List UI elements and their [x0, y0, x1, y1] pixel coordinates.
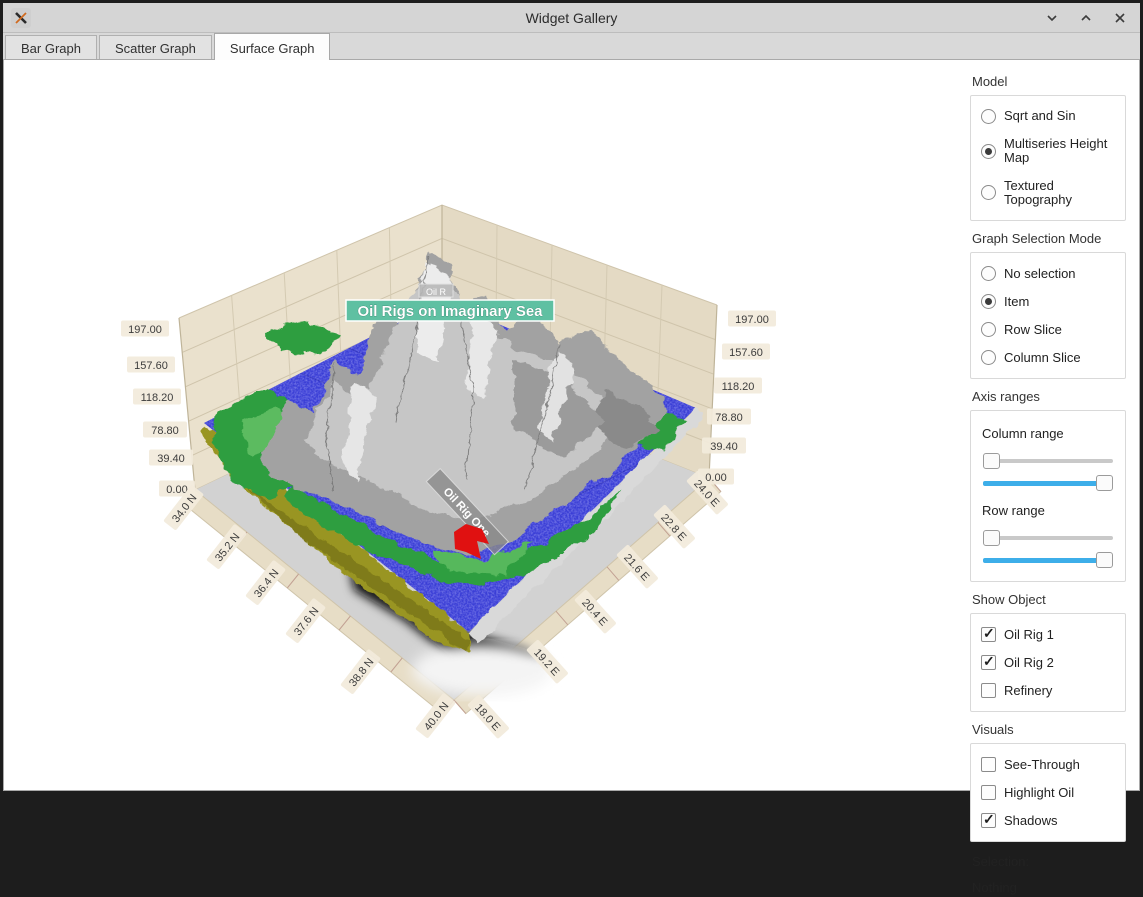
svg-text:39.40: 39.40 — [157, 453, 185, 465]
svg-text:197.00: 197.00 — [128, 324, 162, 336]
checkbox-see-through[interactable]: See-Through — [981, 757, 1115, 772]
control-panel: Model Sqrt and Sin Multiseries Height Ma… — [970, 70, 1126, 897]
checkbox-icon[interactable] — [981, 683, 996, 698]
svg-text:118.20: 118.20 — [722, 381, 755, 393]
checkbox-refinery[interactable]: Refinery — [981, 683, 1115, 698]
show-object-group: Oil Rig 1 Oil Rig 2 Refinery — [970, 613, 1126, 712]
slider-track[interactable] — [983, 459, 1113, 463]
visuals-group: See-Through Highlight Oil Shadows — [970, 743, 1126, 842]
axis-ranges-group: Column range Row range — [970, 410, 1126, 582]
column-range-max-slider[interactable] — [983, 475, 1113, 491]
slider-handle[interactable] — [983, 453, 1000, 469]
radio-icon[interactable] — [981, 294, 996, 309]
selection-mode-group: No selection Item Row Slice Column Slice — [970, 252, 1126, 379]
checkbox-icon[interactable] — [981, 757, 996, 772]
svg-text:Oil Rigs on Imaginary Sea: Oil Rigs on Imaginary Sea — [357, 303, 543, 320]
checkbox-oil-rig-1[interactable]: Oil Rig 1 — [981, 627, 1115, 642]
selection-label: Selection: — [972, 852, 1126, 872]
svg-text:118.20: 118.20 — [141, 392, 174, 404]
checkbox-shadows[interactable]: Shadows — [981, 813, 1115, 828]
selection-mode-group-label: Graph Selection Mode — [972, 231, 1126, 246]
tab-scatter-graph[interactable]: Scatter Graph — [99, 35, 212, 60]
visuals-group-label: Visuals — [972, 722, 1126, 737]
radio-textured-topography[interactable]: Textured Topography — [981, 179, 1115, 208]
slider-track[interactable] — [983, 558, 1113, 563]
svg-text:157.60: 157.60 — [729, 347, 763, 359]
radio-icon[interactable] — [981, 350, 996, 365]
model-group: Sqrt and Sin Multiseries Height Map Text… — [970, 95, 1126, 221]
radio-column-slice[interactable]: Column Slice — [981, 350, 1115, 365]
tab-surface-graph[interactable]: Surface Graph — [214, 33, 331, 60]
show-object-group-label: Show Object — [972, 592, 1126, 607]
radio-icon[interactable] — [981, 266, 996, 281]
surface-plot[interactable]: Oil R Oil Rigs on Imaginary Sea Oil Rig … — [4, 60, 962, 790]
row-range-min-slider[interactable] — [983, 530, 1113, 546]
slider-handle[interactable] — [1096, 475, 1113, 491]
axis-ranges-group-label: Axis ranges — [972, 389, 1126, 404]
svg-text:197.00: 197.00 — [735, 314, 769, 326]
checkbox-icon[interactable] — [981, 627, 996, 642]
tab-bar-graph[interactable]: Bar Graph — [5, 35, 97, 60]
svg-text:Oil R: Oil R — [426, 287, 447, 297]
column-range-label: Column range — [982, 426, 1115, 441]
selection-value: Nothing — [972, 878, 1126, 897]
window-title: Widget Gallery — [3, 10, 1140, 26]
svg-text:39.40: 39.40 — [710, 441, 738, 453]
checkbox-oil-rig-2[interactable]: Oil Rig 2 — [981, 655, 1115, 670]
app-window: Widget Gallery Bar Graph Scatter Graph S… — [0, 0, 1143, 806]
checkbox-icon[interactable] — [981, 813, 996, 828]
title-bar[interactable]: Widget Gallery — [3, 3, 1140, 33]
radio-icon[interactable] — [981, 109, 996, 124]
maximize-button[interactable] — [1078, 10, 1094, 26]
model-group-label: Model — [972, 74, 1126, 89]
row-range-max-slider[interactable] — [983, 552, 1113, 568]
svg-text:78.80: 78.80 — [715, 412, 743, 424]
radio-icon[interactable] — [981, 185, 996, 200]
radio-icon[interactable] — [981, 144, 996, 159]
slider-handle[interactable] — [983, 530, 1000, 546]
radio-item[interactable]: Item — [981, 294, 1115, 309]
surface-graph-page: Oil R Oil Rigs on Imaginary Sea Oil Rig … — [3, 59, 1140, 791]
slider-track[interactable] — [983, 536, 1113, 540]
radio-sqrt-and-sin[interactable]: Sqrt and Sin — [981, 109, 1115, 124]
minimize-button[interactable] — [1044, 10, 1060, 26]
radio-icon[interactable] — [981, 322, 996, 337]
tab-bar: Bar Graph Scatter Graph Surface Graph — [3, 33, 1140, 60]
radio-row-slice[interactable]: Row Slice — [981, 322, 1115, 337]
radio-multiseries-height-map[interactable]: Multiseries Height Map — [981, 137, 1115, 166]
radio-no-selection[interactable]: No selection — [981, 266, 1115, 281]
oil-rig-two-label-partial[interactable]: Oil R — [419, 284, 453, 297]
checkbox-icon[interactable] — [981, 785, 996, 800]
svg-text:157.60: 157.60 — [134, 360, 168, 372]
svg-text:78.80: 78.80 — [151, 425, 179, 437]
slider-handle[interactable] — [1096, 552, 1113, 568]
checkbox-icon[interactable] — [981, 655, 996, 670]
plot-title: Oil Rigs on Imaginary Sea — [346, 300, 554, 321]
close-button[interactable] — [1112, 10, 1128, 26]
row-range-label: Row range — [982, 503, 1115, 518]
app-logo-icon — [11, 8, 31, 28]
column-range-min-slider[interactable] — [983, 453, 1113, 469]
checkbox-highlight-oil[interactable]: Highlight Oil — [981, 785, 1115, 800]
slider-track[interactable] — [983, 481, 1113, 486]
